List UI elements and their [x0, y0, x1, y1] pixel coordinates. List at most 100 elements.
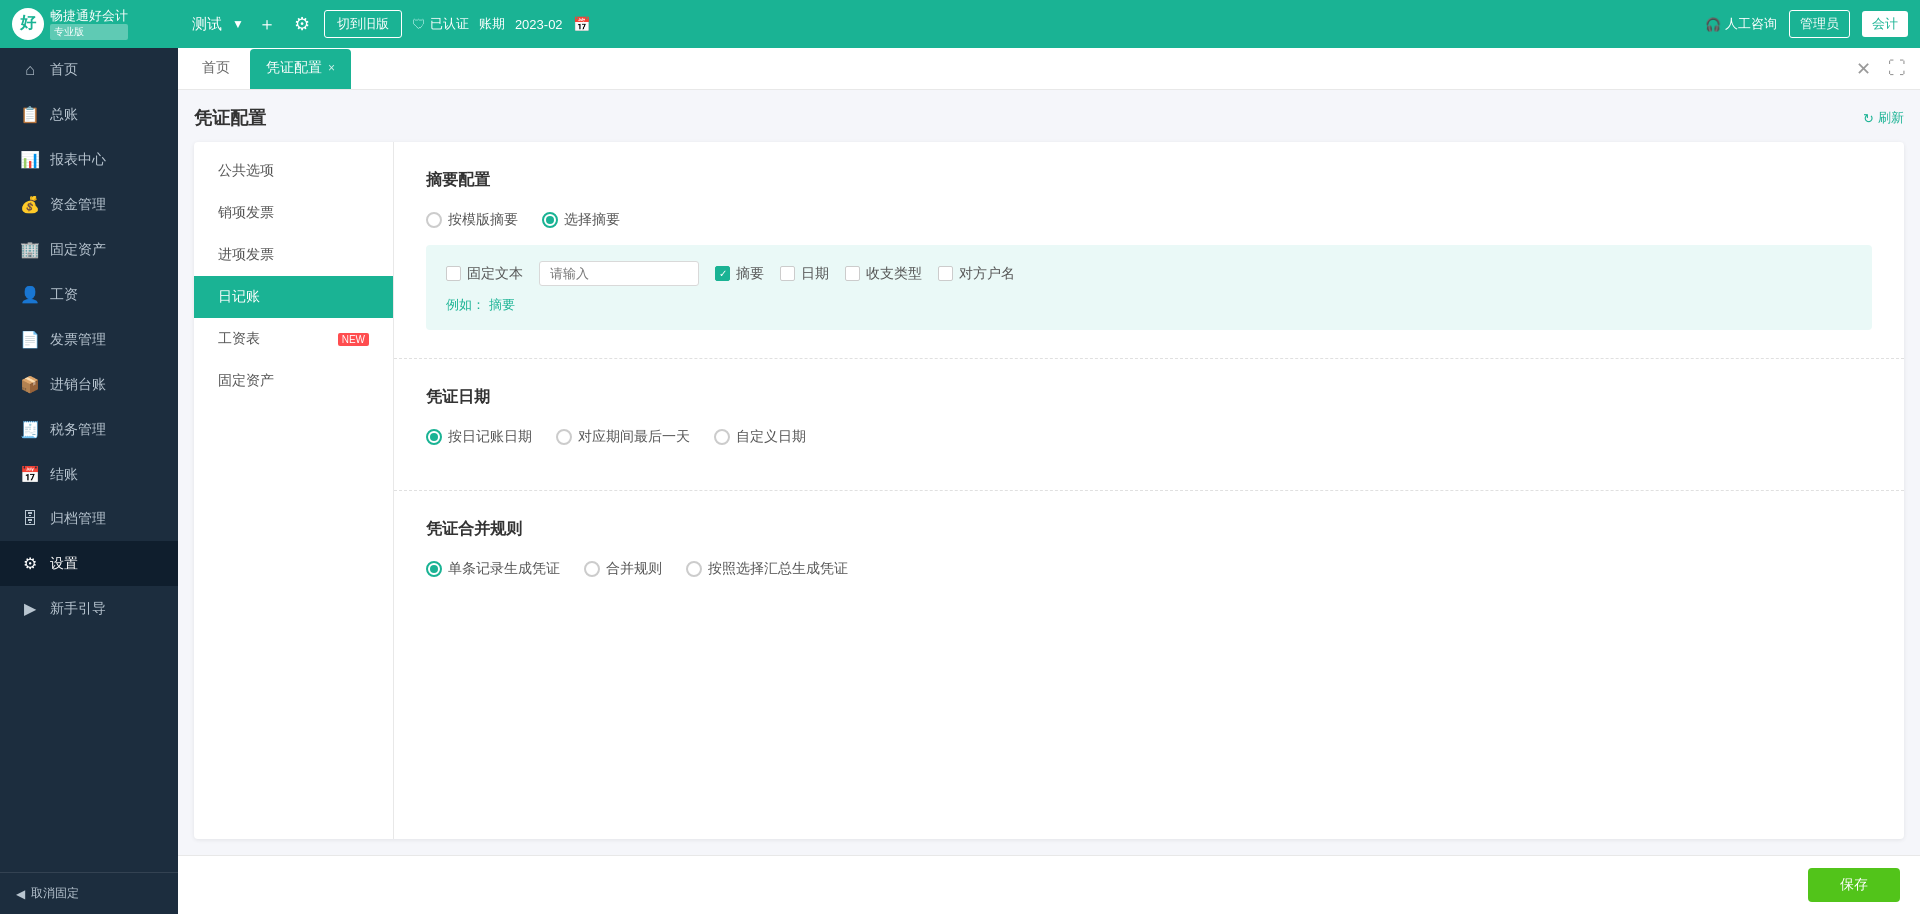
service-button[interactable]: 🎧 人工咨询	[1705, 15, 1777, 33]
logo-area: 好 畅捷通好会计 专业版	[12, 8, 182, 41]
radio-custom-date[interactable]: 自定义日期	[714, 428, 806, 446]
checkbox-payment-type[interactable]: 收支类型	[845, 265, 922, 283]
nav-journal[interactable]: 日记账	[194, 276, 393, 318]
accountant-button[interactable]: 会计	[1862, 11, 1908, 37]
sidebar-scroll: ⌂ 首页 📋 总账 📊 报表中心 💰 资金管理 🏢 固定资产 👤 工资	[0, 48, 178, 872]
sidebar-item-label-ledger: 总账	[50, 106, 78, 124]
sidebar-item-label-invoice: 发票管理	[50, 331, 106, 349]
nav-sales[interactable]: 销项发票	[194, 192, 393, 234]
radio-merge-rules[interactable]: 合并规则	[584, 560, 662, 578]
checkbox-date[interactable]: 日期	[780, 265, 829, 283]
page-title: 凭证配置	[194, 106, 266, 130]
settings-header-button[interactable]: ⚙	[290, 9, 314, 39]
sidebar: ⌂ 首页 📋 总账 📊 报表中心 💰 资金管理 🏢 固定资产 👤 工资	[0, 48, 178, 914]
radio-journal-date[interactable]: 按日记账日期	[426, 428, 532, 446]
radio-single-label: 单条记录生成凭证	[448, 560, 560, 578]
fixed-text-input[interactable]	[539, 261, 699, 286]
sidebar-item-label-payroll: 工资	[50, 286, 78, 304]
tab-home[interactable]: 首页	[186, 49, 246, 89]
guide-icon: ▶	[20, 599, 40, 618]
sidebar-item-ledger[interactable]: 📋 总账	[0, 92, 178, 137]
nav-purchase[interactable]: 进项发票	[194, 234, 393, 276]
logo-badge: 专业版	[50, 24, 128, 40]
sidebar-item-label-guide: 新手引导	[50, 600, 106, 618]
refresh-label: 刷新	[1878, 109, 1904, 127]
sidebar-item-guide[interactable]: ▶ 新手引导	[0, 586, 178, 631]
checkbox-fixed-text[interactable]: 固定文本	[446, 265, 523, 283]
checkbox-counterparty[interactable]: 对方户名	[938, 265, 1015, 283]
sidebar-item-funds[interactable]: 💰 资金管理	[0, 182, 178, 227]
cancel-fixed-button[interactable]: ◀ 取消固定	[0, 872, 178, 914]
save-button[interactable]: 保存	[1808, 868, 1900, 902]
logo-title: 畅捷通好会计	[50, 8, 128, 25]
radio-select-merge[interactable]: 按照选择汇总生成凭证	[686, 560, 848, 578]
summary-config-box: 固定文本 ✓ 摘要 日期	[426, 245, 1872, 330]
nav-payroll-label: 工资表	[218, 330, 260, 348]
sidebar-item-archive[interactable]: 🗄 归档管理	[0, 497, 178, 541]
radio-template-summary[interactable]: 按模版摘要	[426, 211, 518, 229]
radio-select-label: 选择摘要	[564, 211, 620, 229]
funds-icon: 💰	[20, 195, 40, 214]
sidebar-item-invoice[interactable]: 📄 发票管理	[0, 317, 178, 362]
checkbox-date-box	[780, 266, 795, 281]
tab-active-label: 凭证配置	[266, 59, 322, 77]
add-button[interactable]: ＋	[254, 8, 280, 40]
radio-select-merge-circle	[686, 561, 702, 577]
summary-section: 摘要配置 按模版摘要 选择摘要	[394, 142, 1904, 359]
nav-payroll[interactable]: 工资表 NEW	[194, 318, 393, 360]
sidebar-item-label-inventory: 进销台账	[50, 376, 106, 394]
sidebar-item-label-archive: 归档管理	[50, 510, 106, 528]
logo-icon: 好	[12, 8, 44, 40]
radio-template-label: 按模版摘要	[448, 211, 518, 229]
counterparty-label: 对方户名	[959, 265, 1015, 283]
sidebar-item-payroll[interactable]: 👤 工资	[0, 272, 178, 317]
tab-close-icon[interactable]: ×	[328, 61, 335, 75]
radio-journal-date-label: 按日记账日期	[448, 428, 532, 446]
checkbox-summary[interactable]: ✓ 摘要	[715, 265, 764, 283]
radio-single-record[interactable]: 单条记录生成凭证	[426, 560, 560, 578]
merge-radio-group: 单条记录生成凭证 合并规则 按照选择汇总生成凭证	[426, 560, 1872, 578]
sidebar-item-reports[interactable]: 📊 报表中心	[0, 137, 178, 182]
company-dropdown-icon[interactable]: ▼	[232, 17, 244, 31]
sidebar-item-label-home: 首页	[50, 61, 78, 79]
fixed-assets-icon: 🏢	[20, 240, 40, 259]
sidebar-item-inventory[interactable]: 📦 进销台账	[0, 362, 178, 407]
sidebar-item-settings[interactable]: ⚙ 设置	[0, 541, 178, 586]
sidebar-item-home[interactable]: ⌂ 首页	[0, 48, 178, 92]
header-right: 🎧 人工咨询 管理员 会计	[1705, 10, 1908, 38]
sidebar-item-tax[interactable]: 🧾 税务管理	[0, 407, 178, 452]
page-header: 凭证配置 ↻ 刷新	[194, 106, 1904, 130]
refresh-button[interactable]: ↻ 刷新	[1863, 109, 1904, 127]
nav-journal-label: 日记账	[218, 288, 260, 304]
cancel-fixed-label: 取消固定	[31, 885, 79, 902]
payroll-icon: 👤	[20, 285, 40, 304]
example-value: 摘要	[489, 297, 515, 312]
switch-old-button[interactable]: 切到旧版	[324, 10, 402, 38]
shield-icon: 🛡	[412, 16, 426, 32]
expand-panel-button[interactable]: ⛶	[1882, 54, 1912, 84]
invoice-icon: 📄	[20, 330, 40, 349]
checkbox-summary-box: ✓	[715, 266, 730, 281]
fixed-text-label: 固定文本	[467, 265, 523, 283]
close-panel-button[interactable]: ✕	[1848, 54, 1878, 84]
sidebar-item-fixed-assets[interactable]: 🏢 固定资产	[0, 227, 178, 272]
ledger-icon: 📋	[20, 105, 40, 124]
calendar-icon[interactable]: 📅	[573, 16, 590, 32]
summary-config-row: 固定文本 ✓ 摘要 日期	[446, 261, 1852, 286]
archive-icon: 🗄	[20, 510, 40, 528]
tab-bar: 首页 凭证配置 × ✕ ⛶	[178, 48, 1920, 90]
admin-button[interactable]: 管理员	[1789, 10, 1850, 38]
radio-single-circle	[426, 561, 442, 577]
radio-select-summary[interactable]: 选择摘要	[542, 211, 620, 229]
nav-public[interactable]: 公共选项	[194, 150, 393, 192]
page-container: 凭证配置 ↻ 刷新 公共选项 销项发票 进项发票	[178, 90, 1920, 855]
tab-voucher-config[interactable]: 凭证配置 ×	[250, 49, 351, 89]
nav-fixed-assets[interactable]: 固定资产	[194, 360, 393, 402]
radio-last-day[interactable]: 对应期间最后一天	[556, 428, 690, 446]
new-badge: NEW	[338, 333, 369, 346]
certified-label: 已认证	[430, 15, 469, 33]
bottom-bar: 保存	[178, 855, 1920, 914]
nav-payroll-inner: 工资表 NEW	[218, 330, 369, 348]
sidebar-item-label-fixed-assets: 固定资产	[50, 241, 106, 259]
sidebar-item-close[interactable]: 📅 结账	[0, 452, 178, 497]
